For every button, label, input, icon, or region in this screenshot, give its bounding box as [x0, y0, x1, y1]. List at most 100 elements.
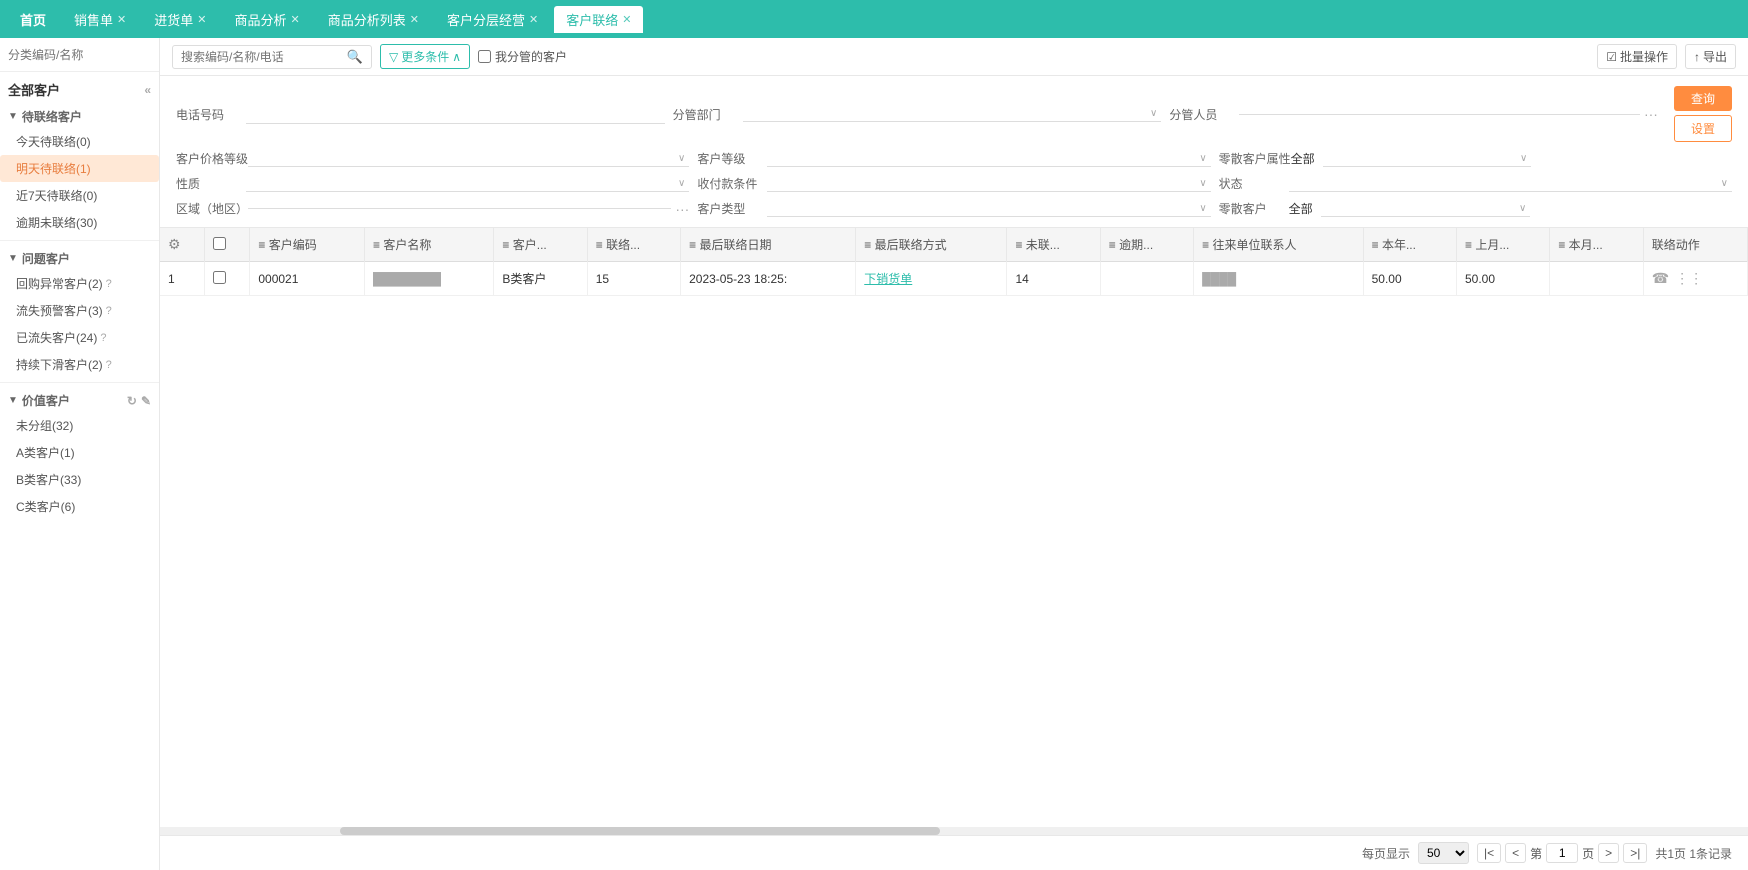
gear-icon[interactable]: ⚙: [168, 236, 181, 252]
group-pending-contact[interactable]: ▼ 待联络客户: [0, 103, 159, 128]
cell-name: ████████: [365, 262, 494, 296]
phone-input[interactable]: [246, 105, 665, 124]
horizontal-scrollbar[interactable]: [160, 827, 1748, 835]
sidebar-item-today[interactable]: 今天待联络(0): [0, 128, 159, 155]
close-icon[interactable]: ✕: [197, 13, 206, 26]
col-unlinked: ≡ 未联...: [1007, 228, 1100, 262]
nav-tab-0[interactable]: 销售单 ✕: [62, 6, 138, 33]
sidebar-item-b-class[interactable]: B类客户(33): [0, 466, 159, 493]
scrollbar-thumb[interactable]: [340, 827, 940, 835]
export-button[interactable]: ↑ 导出: [1685, 44, 1736, 69]
filter-bar: 🔍 ▽ 更多条件 ∧ 我分管的客户 ☑ 批量操作 ↑ 导出: [160, 38, 1748, 76]
select-all-checkbox[interactable]: [213, 237, 226, 250]
top-nav: 首页 销售单 ✕ 进货单 ✕ 商品分析 ✕ 商品分析列表 ✕ 客户分层经营 ✕ …: [0, 0, 1748, 38]
my-customers-checkbox[interactable]: [478, 50, 491, 63]
dots-icon[interactable]: ···: [1644, 106, 1658, 122]
more-conditions-button[interactable]: ▽ 更多条件 ∧: [380, 44, 470, 69]
per-page-select[interactable]: 50 100 200: [1418, 842, 1469, 864]
scatter-customer-select[interactable]: ∨: [1321, 201, 1531, 217]
collapse-icon[interactable]: «: [144, 83, 151, 97]
dept-select[interactable]: ∨: [743, 106, 1162, 122]
phone-action-icon[interactable]: ☎: [1652, 270, 1669, 287]
set-button[interactable]: 设置: [1674, 115, 1732, 142]
nav-tab-1[interactable]: 进货单 ✕: [142, 6, 218, 33]
sidebar-item-warning[interactable]: 流失预警客户(3) ?: [0, 297, 159, 324]
scatter-attr-label: 零散客户属性: [1219, 150, 1291, 167]
nav-tab-2[interactable]: 商品分析 ✕: [222, 6, 311, 33]
nav-tab-5[interactable]: 客户联络 ✕: [554, 6, 643, 33]
scatter-attr-select[interactable]: ∨: [1323, 151, 1532, 167]
triangle-icon: ▼: [8, 395, 18, 406]
question-icon: ?: [100, 332, 106, 344]
sidebar-item-overdue[interactable]: 逾期未联络(30): [0, 209, 159, 236]
sidebar-item-ungrouped[interactable]: 未分组(32): [0, 412, 159, 439]
customer-level-label: 客户等级: [697, 150, 767, 167]
sidebar-item-a-class[interactable]: A类客户(1): [0, 439, 159, 466]
close-icon[interactable]: ✕: [622, 13, 631, 26]
payment-label: 收付款条件: [697, 175, 767, 192]
payment-select[interactable]: ∨: [767, 176, 1210, 192]
content-area: 🔍 ▽ 更多条件 ∧ 我分管的客户 ☑ 批量操作 ↑ 导出: [160, 38, 1748, 870]
adv-filter-row-3: 性质 ∨ 收付款条件 ∨ 状态: [176, 175, 1732, 192]
col-overdue: ≡ 逾期...: [1100, 228, 1193, 262]
col-gear[interactable]: ⚙: [160, 228, 204, 262]
scatter-customer-label: 零散客户: [1219, 200, 1289, 217]
col-code: ≡ 客户编码: [250, 228, 365, 262]
group-value-customers[interactable]: ▼ 价值客户 ↻ ✎: [0, 387, 159, 412]
customer-level-select[interactable]: ∨: [767, 151, 1210, 167]
price-level-select[interactable]: ∨: [248, 151, 689, 167]
export-icon: ↑: [1694, 50, 1700, 64]
search-input[interactable]: [181, 50, 343, 64]
table-area: ⚙ ≡ 客户编码 ≡ 客户名称 ≡ 客户... ≡ 联络... ≡ 最后联络日期…: [160, 228, 1748, 827]
triangle-icon: ▼: [8, 111, 18, 122]
all-customers-header[interactable]: 全部客户 «: [0, 72, 159, 103]
row-checkbox[interactable]: [213, 271, 226, 284]
close-icon[interactable]: ✕: [410, 13, 419, 26]
field-payment: 收付款条件 ∨: [697, 175, 1210, 192]
field-scatter-customer: 零散客户 全部 ∨: [1219, 200, 1732, 217]
last-page-button[interactable]: >|: [1623, 843, 1647, 863]
cell-overdue: [1100, 262, 1193, 296]
close-icon[interactable]: ✕: [291, 13, 300, 26]
close-icon[interactable]: ✕: [529, 13, 538, 26]
field-customer-level: 客户等级 ∨: [697, 150, 1210, 167]
query-button[interactable]: 查询: [1674, 86, 1732, 111]
nav-tab-4[interactable]: 客户分层经营 ✕: [435, 6, 550, 33]
nature-select[interactable]: ∨: [246, 176, 689, 192]
table-header-row: ⚙ ≡ 客户编码 ≡ 客户名称 ≡ 客户... ≡ 联络... ≡ 最后联络日期…: [160, 228, 1748, 262]
field-status: 状态 ∨: [1219, 175, 1732, 192]
status-select[interactable]: ∨: [1289, 176, 1732, 192]
nav-home[interactable]: 首页: [8, 6, 58, 33]
refresh-icon[interactable]: ↻: [127, 394, 137, 408]
close-icon[interactable]: ✕: [117, 13, 126, 26]
customer-type-select[interactable]: ∨: [767, 201, 1210, 217]
dots-icon[interactable]: ···: [675, 201, 689, 217]
sidebar-item-tomorrow[interactable]: 明天待联络(1): [0, 155, 159, 182]
customer-table: ⚙ ≡ 客户编码 ≡ 客户名称 ≡ 客户... ≡ 联络... ≡ 最后联络日期…: [160, 228, 1748, 296]
first-page-button[interactable]: |<: [1477, 843, 1501, 863]
sidebar-item-declining[interactable]: 持续下滑客户(2) ?: [0, 351, 159, 378]
sidebar-search-input[interactable]: [8, 48, 160, 62]
adv-filter-row-4: 区域（地区） ··· 客户类型 ∨ 零散客户 全部 ∨: [176, 200, 1732, 217]
prev-page-button[interactable]: <: [1505, 843, 1526, 863]
cell-index: 1: [160, 262, 204, 296]
sidebar-item-7days[interactable]: 近7天待联络(0): [0, 182, 159, 209]
field-manager: 分管人员 ···: [1169, 106, 1658, 123]
nav-tab-3[interactable]: 商品分析列表 ✕: [316, 6, 431, 33]
cell-code: 000021: [250, 262, 365, 296]
last-method-link[interactable]: 下销货单: [864, 272, 912, 286]
edit-icon[interactable]: ✎: [141, 394, 151, 408]
col-type: ≡ 客户...: [494, 228, 587, 262]
next-page-button[interactable]: >: [1598, 843, 1619, 863]
sidebar-item-lost[interactable]: 已流失客户(24) ?: [0, 324, 159, 351]
menu-action-icon[interactable]: ⋮⋮: [1675, 270, 1703, 287]
sidebar-item-abnormal[interactable]: 回购异常客户(2) ?: [0, 270, 159, 297]
sidebar-item-c-class[interactable]: C类客户(6): [0, 493, 159, 520]
my-customers-checkbox-label[interactable]: 我分管的客户: [478, 48, 567, 65]
status-label: 状态: [1219, 175, 1289, 192]
page-label: 第: [1530, 845, 1542, 862]
batch-ops-button[interactable]: ☑ 批量操作: [1597, 44, 1677, 69]
group-problem-customers[interactable]: ▼ 问题客户: [0, 245, 159, 270]
cell-checkbox: [204, 262, 250, 296]
page-input[interactable]: [1546, 843, 1578, 863]
